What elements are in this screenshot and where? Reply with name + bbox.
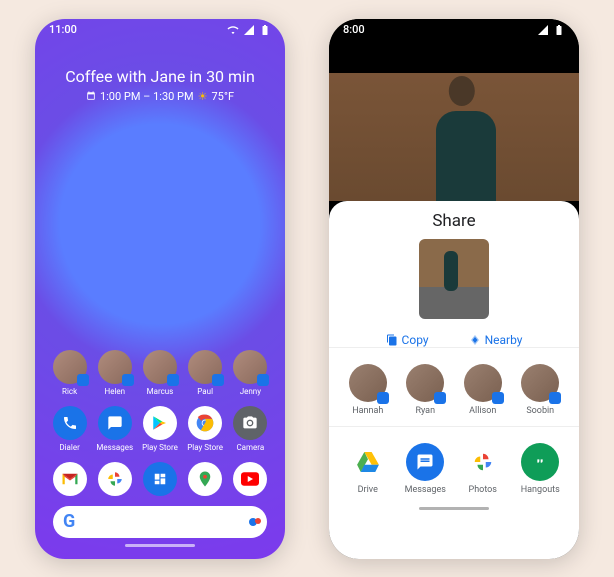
- messages-badge-icon: [167, 374, 179, 386]
- battery-icon: [259, 24, 271, 36]
- messages-badge-icon: [492, 392, 504, 404]
- messages-badge-icon: [77, 374, 89, 386]
- copy-button[interactable]: Copy: [386, 333, 429, 347]
- calendar-icon: [86, 91, 96, 101]
- phone-icon: [62, 415, 78, 431]
- messages-badge-icon: [549, 392, 561, 404]
- chrome-app[interactable]: Play Store: [184, 406, 226, 452]
- gmail-app[interactable]: [49, 462, 91, 496]
- apps-row-2: [47, 462, 273, 496]
- share-app-drive[interactable]: Drive: [341, 443, 395, 495]
- contact-paul[interactable]: Paul: [184, 350, 226, 396]
- contacts-row: Rick Helen Marcus Paul Jenny: [47, 350, 273, 396]
- messages-badge-icon: [377, 392, 389, 404]
- at-a-glance-widget[interactable]: Coffee with Jane in 30 min 1:00 PM – 1:3…: [35, 67, 285, 103]
- photos-icon: [472, 451, 494, 473]
- phone-share-screen: 8:00 Share Copy Nearby Hannah Ryan Allis…: [329, 19, 579, 559]
- docs-icon: [153, 472, 167, 486]
- status-icons: [537, 24, 565, 36]
- status-bar: 11:00: [35, 19, 285, 41]
- apps-row-1: Dialer Messages Play Store Play Store Ca…: [47, 406, 273, 452]
- content-preview: [329, 41, 579, 201]
- share-contact-hannah[interactable]: Hannah: [341, 364, 395, 416]
- contact-marcus[interactable]: Marcus: [139, 350, 181, 396]
- status-icons: [227, 24, 271, 36]
- maps-app[interactable]: [184, 462, 226, 496]
- nearby-icon: [469, 334, 481, 346]
- hangouts-icon: [532, 454, 548, 470]
- messages-badge-icon: [122, 374, 134, 386]
- phone-home-screen: 11:00 Coffee with Jane in 30 min 1:00 PM…: [35, 19, 285, 559]
- signal-icon: [537, 24, 549, 36]
- share-app-photos[interactable]: Photos: [456, 443, 510, 495]
- status-time: 8:00: [343, 23, 365, 36]
- nearby-button[interactable]: Nearby: [469, 333, 523, 347]
- share-contacts-row: Hannah Ryan Allison Soobin: [329, 347, 579, 426]
- contact-rick[interactable]: Rick: [49, 350, 91, 396]
- wifi-icon: [227, 24, 239, 36]
- photos-icon: [106, 470, 124, 488]
- assistant-icon[interactable]: [249, 518, 257, 526]
- google-logo-icon: G: [63, 511, 75, 532]
- nav-handle[interactable]: [419, 507, 489, 510]
- contact-helen[interactable]: Helen: [94, 350, 136, 396]
- share-app-hangouts[interactable]: Hangouts: [513, 443, 567, 495]
- share-contact-ryan[interactable]: Ryan: [398, 364, 452, 416]
- share-apps-row: Drive Messages Photos Hangouts: [329, 426, 579, 505]
- messages-icon: [416, 453, 434, 471]
- nav-handle[interactable]: [125, 544, 195, 547]
- status-bar: 8:00: [329, 19, 579, 41]
- weather-icon: ☀: [198, 90, 208, 103]
- share-app-messages[interactable]: Messages: [398, 443, 452, 495]
- photos-app[interactable]: [94, 462, 136, 496]
- youtube-icon: [241, 472, 259, 486]
- signal-icon: [243, 24, 255, 36]
- dialer-app[interactable]: Dialer: [49, 406, 91, 452]
- search-bar[interactable]: G: [53, 506, 267, 538]
- share-sheet: Share Copy Nearby Hannah Ryan Allison So…: [329, 201, 579, 559]
- messages-badge-icon: [434, 392, 446, 404]
- messages-badge-icon: [257, 374, 269, 386]
- share-title: Share: [432, 211, 475, 231]
- drive-icon: [357, 452, 379, 472]
- maps-icon: [196, 470, 214, 488]
- youtube-app[interactable]: [229, 462, 271, 496]
- play-store-app[interactable]: Play Store: [139, 406, 181, 452]
- event-title: Coffee with Jane in 30 min: [35, 67, 285, 86]
- event-subtitle: 1:00 PM – 1:30 PM ☀ 75°F: [35, 90, 285, 103]
- copy-icon: [386, 334, 398, 346]
- share-contact-soobin[interactable]: Soobin: [513, 364, 567, 416]
- camera-icon: [242, 415, 258, 431]
- share-actions: Copy Nearby: [386, 333, 523, 347]
- home-grid: Rick Helen Marcus Paul Jenny Dialer Mess…: [35, 350, 285, 559]
- messages-badge-icon: [212, 374, 224, 386]
- share-thumbnail[interactable]: [419, 239, 489, 319]
- status-time: 11:00: [49, 23, 77, 36]
- messages-app[interactable]: Messages: [94, 406, 136, 452]
- contact-jenny[interactable]: Jenny: [229, 350, 271, 396]
- gmail-icon: [61, 472, 79, 486]
- person-photo: [449, 76, 475, 106]
- battery-icon: [553, 24, 565, 36]
- camera-app[interactable]: Camera: [229, 406, 271, 452]
- chrome-icon: [195, 413, 215, 433]
- share-contact-allison[interactable]: Allison: [456, 364, 510, 416]
- docs-app[interactable]: [139, 462, 181, 496]
- play-store-icon: [151, 414, 169, 432]
- messages-icon: [107, 415, 123, 431]
